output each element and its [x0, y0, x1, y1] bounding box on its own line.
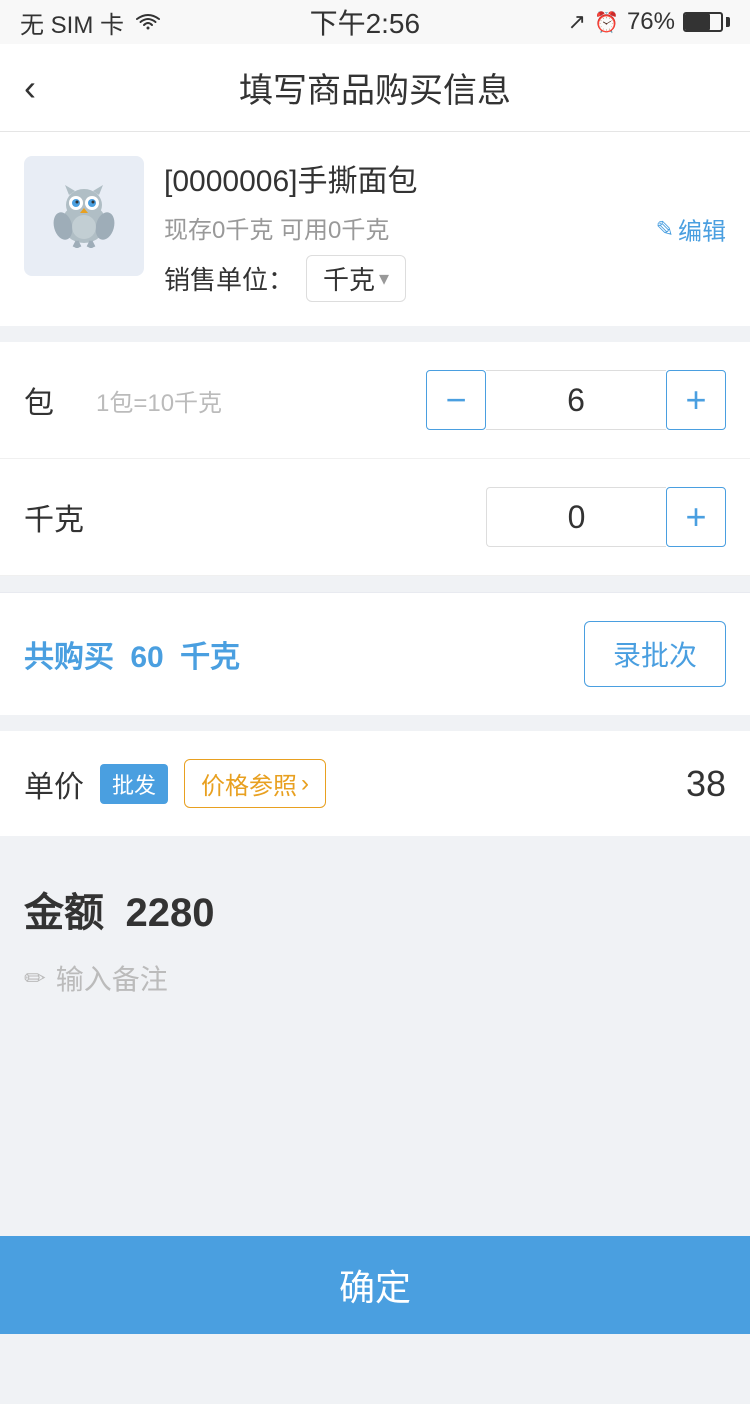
- amount-note-section: 金额 2280 ✏ 输入备注: [0, 852, 750, 1026]
- package-qty-input[interactable]: [486, 370, 666, 430]
- package-label: 包: [24, 378, 84, 422]
- product-unit-row: 销售单位： 千克 ▾: [164, 255, 726, 302]
- unit-label: 销售单位：: [164, 260, 294, 297]
- chevron-right-icon: ›: [301, 770, 309, 798]
- note-placeholder: 输入备注: [56, 958, 168, 998]
- product-stock: 现存0千克 可用0千克: [164, 210, 726, 245]
- pencil-icon: ✏: [24, 963, 46, 994]
- kg-plus-button[interactable]: +: [666, 487, 726, 547]
- edit-button[interactable]: ✎ 编辑: [656, 212, 726, 247]
- page-title: 填写商品购买信息: [239, 63, 511, 112]
- back-button[interactable]: ‹: [24, 67, 36, 109]
- status-right: ↗ ⏰ 76%: [568, 8, 730, 36]
- price-tag: 批发: [100, 764, 168, 804]
- price-value: 38: [686, 763, 726, 805]
- total-row: 共购买 60 千克 录批次: [0, 592, 750, 715]
- kg-label: 千克: [24, 495, 84, 539]
- nav-bar: ‹ 填写商品购买信息: [0, 44, 750, 132]
- wifi-icon: [134, 12, 162, 32]
- confirm-button[interactable]: 确定: [339, 1259, 411, 1311]
- package-qty-row: 包 1包=10千克 − +: [0, 342, 750, 459]
- chevron-down-icon: ▾: [379, 266, 389, 291]
- package-qty-controls: − +: [426, 370, 726, 430]
- alarm-icon: ⏰: [594, 10, 619, 35]
- status-left: 无 SIM 卡: [20, 5, 162, 40]
- status-time: 下午2:56: [310, 2, 421, 42]
- kg-qty-input[interactable]: [486, 487, 666, 547]
- confirm-bar[interactable]: 确定: [0, 1236, 750, 1334]
- batch-button[interactable]: 录批次: [584, 621, 726, 687]
- product-card: [0000006]手撕面包 现存0千克 可用0千克 销售单位： 千克 ▾ ✎ 编…: [0, 132, 750, 326]
- price-row: 单价 批发 价格参照 › 38: [24, 759, 726, 808]
- product-thumbnail: [24, 156, 144, 276]
- product-logo-icon: [49, 181, 119, 251]
- total-text: 共购买 60 千克: [24, 632, 240, 676]
- battery-icon: [683, 12, 730, 32]
- price-ref-button[interactable]: 价格参照 ›: [184, 759, 326, 808]
- total-amount: 60: [130, 641, 163, 674]
- unit-select[interactable]: 千克 ▾: [306, 255, 406, 302]
- battery-percent: 76%: [627, 8, 675, 36]
- product-name: [0000006]手撕面包: [164, 156, 726, 200]
- carrier-label: 无 SIM 卡: [20, 5, 124, 40]
- package-plus-button[interactable]: +: [666, 370, 726, 430]
- amount-row: 金额 2280: [24, 880, 726, 938]
- package-hint: 1包=10千克: [96, 383, 426, 418]
- package-minus-button[interactable]: −: [426, 370, 486, 430]
- price-label: 单价: [24, 762, 84, 806]
- location-icon: ↗: [568, 9, 586, 35]
- amount-value: 2280: [125, 891, 214, 935]
- package-section: 包 1包=10千克 − + 千克 +: [0, 342, 750, 576]
- price-section: 单价 批发 价格参照 › 38: [0, 731, 750, 836]
- product-info: [0000006]手撕面包 现存0千克 可用0千克 销售单位： 千克 ▾: [164, 156, 726, 302]
- kg-qty-row: 千克 +: [0, 459, 750, 576]
- status-bar: 无 SIM 卡 下午2:56 ↗ ⏰ 76%: [0, 0, 750, 44]
- edit-icon: ✎: [656, 216, 674, 242]
- note-row[interactable]: ✏ 输入备注: [24, 958, 726, 998]
- kg-qty-controls: +: [486, 487, 726, 547]
